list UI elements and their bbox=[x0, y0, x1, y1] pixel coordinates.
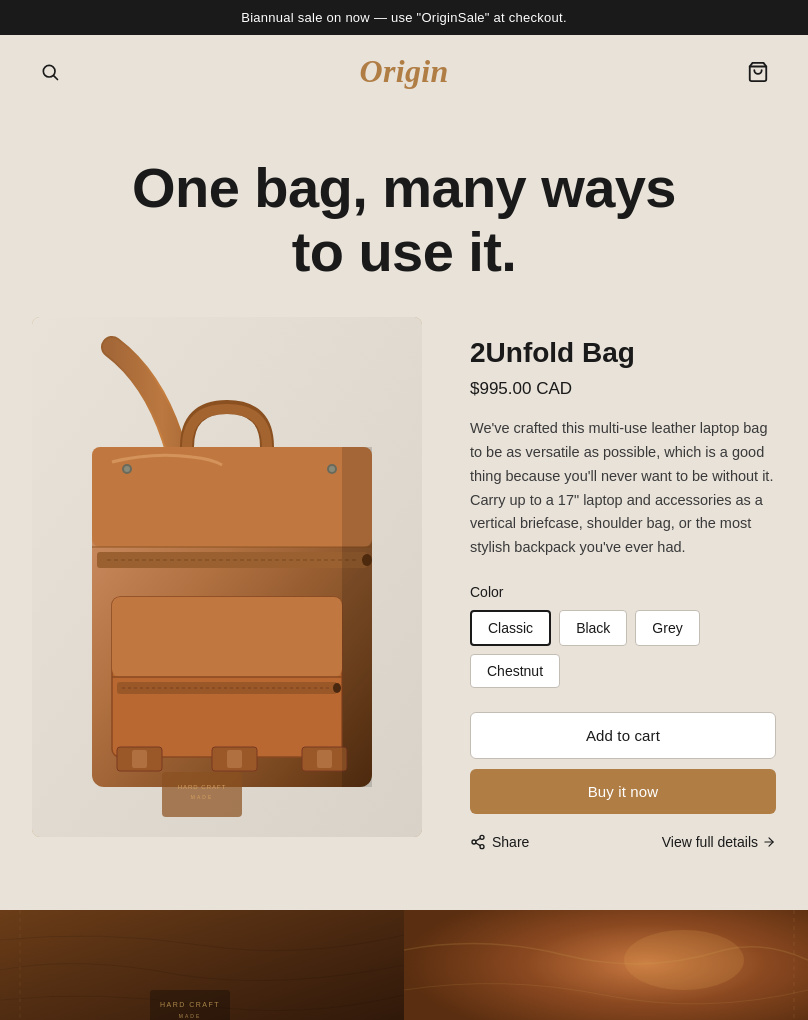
cart-icon bbox=[747, 61, 769, 83]
svg-rect-5 bbox=[92, 447, 372, 547]
svg-point-16 bbox=[333, 683, 341, 693]
buy-now-button[interactable]: Buy it now bbox=[470, 769, 776, 814]
svg-point-0 bbox=[43, 65, 55, 77]
product-image: HARD CRAFT MADE bbox=[32, 317, 422, 837]
color-option-chestnut[interactable]: Chestnut bbox=[470, 654, 560, 688]
svg-text:MADE: MADE bbox=[179, 1013, 201, 1019]
cart-button[interactable] bbox=[740, 54, 776, 90]
share-button[interactable]: Share bbox=[470, 834, 529, 850]
svg-line-1 bbox=[54, 75, 58, 79]
site-logo[interactable]: Origin bbox=[359, 53, 448, 90]
svg-line-35 bbox=[476, 839, 481, 842]
share-label: Share bbox=[492, 834, 529, 850]
bottom-strip-left: HARD CRAFT MADE bbox=[0, 910, 404, 1020]
color-label: Color bbox=[470, 584, 776, 600]
svg-text:HARD CRAFT: HARD CRAFT bbox=[160, 1001, 220, 1008]
color-options: Classic Black Grey Chestnut bbox=[470, 610, 776, 688]
product-image-svg: HARD CRAFT MADE bbox=[32, 317, 422, 837]
header: Origin bbox=[0, 35, 808, 108]
bottom-image-strip: HARD CRAFT MADE bbox=[0, 910, 808, 1020]
product-price: $995.00 CAD bbox=[470, 379, 776, 399]
product-description: We've crafted this multi-use leather lap… bbox=[470, 417, 776, 561]
search-button[interactable] bbox=[32, 54, 68, 90]
svg-rect-12 bbox=[112, 597, 342, 677]
svg-rect-20 bbox=[227, 750, 242, 768]
add-to-cart-button[interactable]: Add to cart bbox=[470, 712, 776, 759]
svg-text:MADE: MADE bbox=[191, 794, 213, 800]
strip-left-image: HARD CRAFT MADE bbox=[0, 910, 404, 1020]
svg-point-24 bbox=[124, 466, 130, 472]
hero-heading-line2: to use it. bbox=[292, 220, 517, 283]
hero-heading-line1: One bag, many ways bbox=[132, 156, 676, 219]
product-footer: Share View full details bbox=[470, 834, 776, 850]
svg-rect-22 bbox=[317, 750, 332, 768]
svg-rect-30 bbox=[342, 447, 372, 787]
svg-text:HARD CRAFT: HARD CRAFT bbox=[178, 784, 227, 790]
color-option-black[interactable]: Black bbox=[559, 610, 627, 646]
strip-right-image bbox=[404, 910, 808, 1020]
svg-point-26 bbox=[329, 466, 335, 472]
svg-rect-43 bbox=[404, 910, 808, 1020]
color-option-classic[interactable]: Classic bbox=[470, 610, 551, 646]
search-icon bbox=[40, 62, 60, 82]
announcement-bar: Biannual sale on now — use "OriginSale" … bbox=[0, 0, 808, 35]
share-icon bbox=[470, 834, 486, 850]
hero-heading: One bag, many ways to use it. bbox=[32, 156, 776, 285]
view-full-details-link[interactable]: View full details bbox=[662, 834, 776, 850]
arrow-right-icon bbox=[762, 835, 776, 849]
bottom-strip-right bbox=[404, 910, 808, 1020]
svg-point-44 bbox=[624, 930, 744, 990]
svg-line-34 bbox=[476, 843, 481, 846]
product-section: HARD CRAFT MADE 2Unfold Bag $995.00 CAD … bbox=[0, 317, 808, 911]
hero-section: One bag, many ways to use it. bbox=[0, 108, 808, 317]
product-title: 2Unfold Bag bbox=[470, 337, 776, 369]
product-info: 2Unfold Bag $995.00 CAD We've crafted th… bbox=[470, 317, 776, 851]
view-full-details-label: View full details bbox=[662, 834, 758, 850]
announcement-text: Biannual sale on now — use "OriginSale" … bbox=[241, 10, 567, 25]
color-option-grey[interactable]: Grey bbox=[635, 610, 699, 646]
svg-rect-18 bbox=[132, 750, 147, 768]
